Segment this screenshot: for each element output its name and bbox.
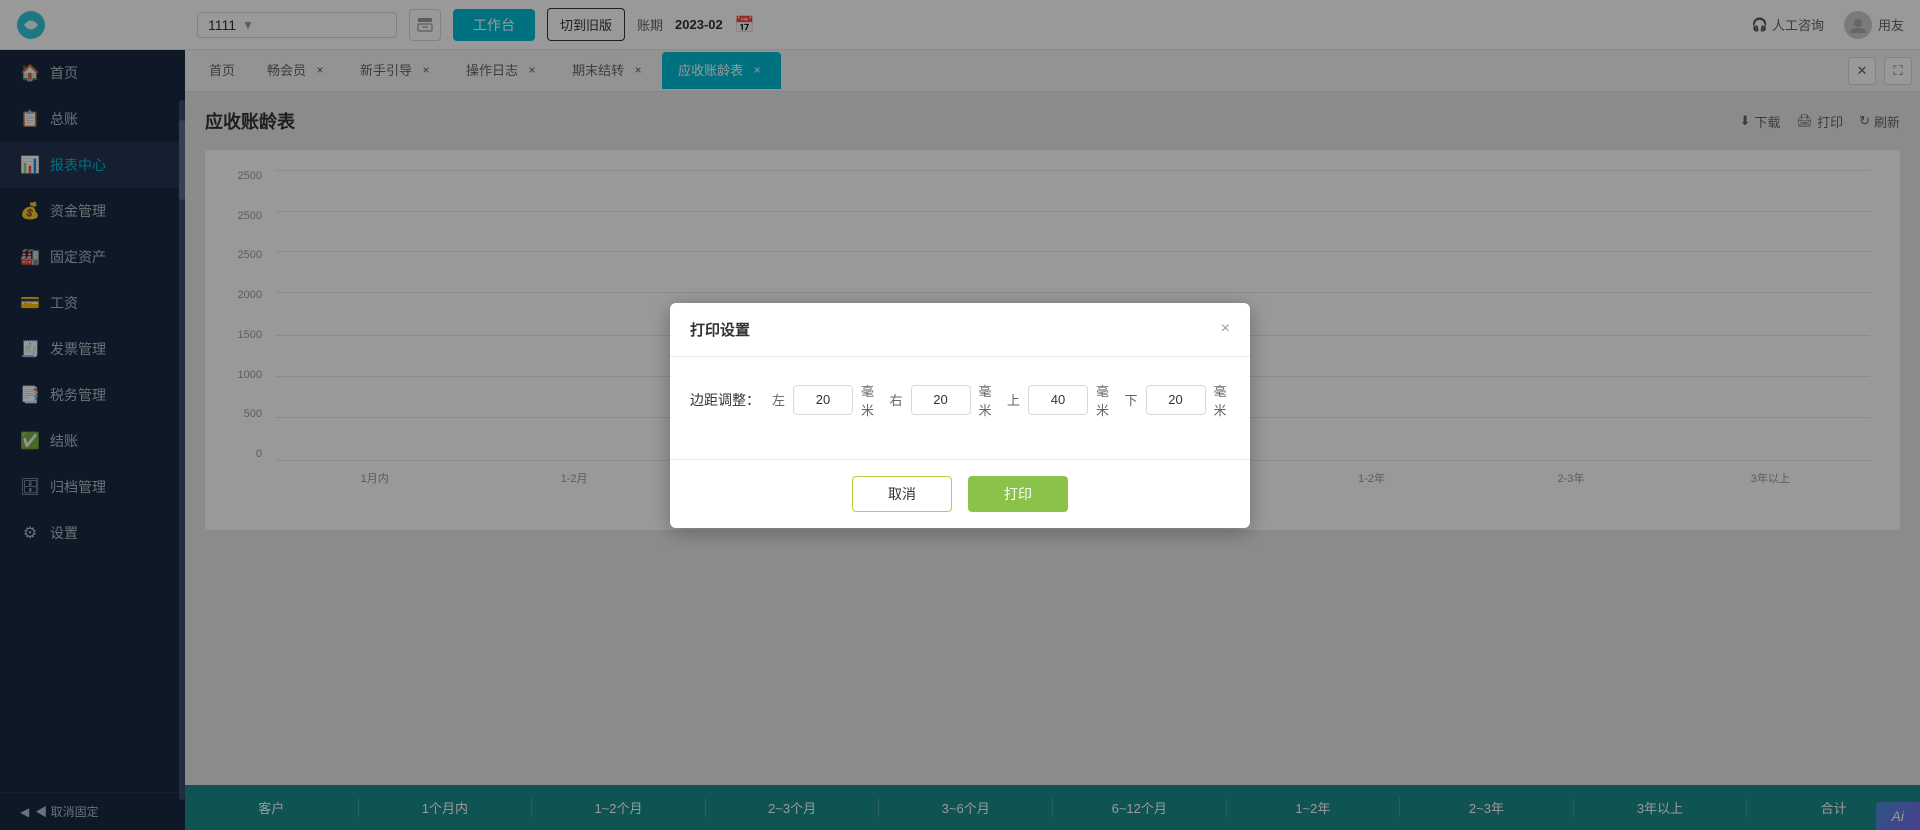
top-margin-group: 上 毫米	[1007, 381, 1113, 419]
modal-close-icon[interactable]: ×	[1221, 320, 1230, 338]
modal-header: 打印设置 ×	[670, 303, 1250, 357]
print-dialog: 打印设置 × 边距调整： 左 毫米 右 毫米 上 毫米	[670, 303, 1250, 528]
left-margin-group: 左 毫米	[772, 381, 878, 419]
modal-footer: 取消 打印	[670, 459, 1250, 528]
bottom-margin-input[interactable]	[1146, 385, 1206, 415]
cancel-button[interactable]: 取消	[852, 476, 952, 512]
top-unit: 毫米	[1096, 381, 1112, 419]
bottom-label: 下	[1125, 390, 1138, 409]
bottom-margin-group: 下 毫米	[1125, 381, 1231, 419]
left-margin-input[interactable]	[793, 385, 853, 415]
margin-label: 边距调整：	[690, 390, 760, 410]
left-unit: 毫米	[861, 381, 877, 419]
top-label: 上	[1007, 390, 1020, 409]
bottom-unit: 毫米	[1214, 381, 1230, 419]
right-margin-group: 右 毫米	[890, 381, 996, 419]
right-margin-input[interactable]	[911, 385, 971, 415]
modal-title: 打印设置	[690, 319, 750, 340]
top-margin-input[interactable]	[1028, 385, 1088, 415]
print-confirm-button[interactable]: 打印	[968, 476, 1068, 512]
left-label: 左	[772, 390, 785, 409]
modal-body: 边距调整： 左 毫米 右 毫米 上 毫米 下	[670, 357, 1250, 459]
right-label: 右	[890, 390, 903, 409]
right-unit: 毫米	[979, 381, 995, 419]
margin-form-row: 边距调整： 左 毫米 右 毫米 上 毫米 下	[690, 381, 1230, 419]
modal-overlay[interactable]: 打印设置 × 边距调整： 左 毫米 右 毫米 上 毫米	[0, 0, 1920, 830]
